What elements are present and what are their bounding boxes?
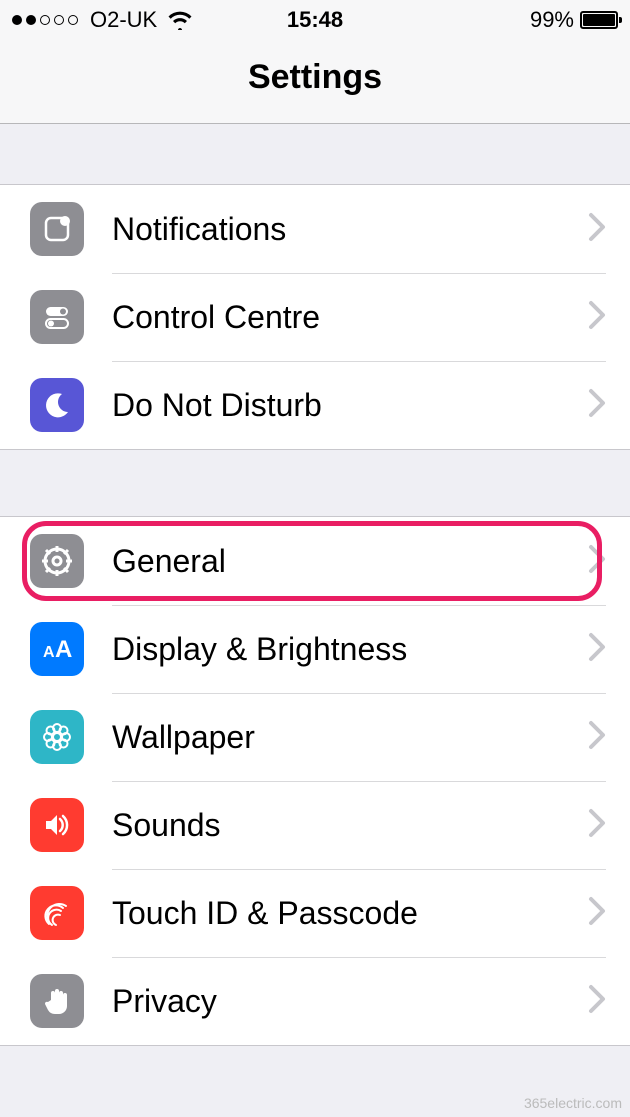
row-touch-id-passcode[interactable]: Touch ID & Passcode <box>0 869 630 957</box>
flower-icon <box>30 710 84 764</box>
row-do-not-disturb[interactable]: Do Not Disturb <box>0 361 630 449</box>
row-notifications[interactable]: Notifications <box>0 185 630 273</box>
svg-text:A: A <box>55 636 72 663</box>
row-control-centre[interactable]: Control Centre <box>0 273 630 361</box>
notifications-icon <box>30 202 84 256</box>
row-label: Wallpaper <box>112 719 588 756</box>
chevron-right-icon <box>588 896 606 931</box>
chevron-right-icon <box>588 300 606 335</box>
chevron-right-icon <box>588 984 606 1019</box>
section-spacer <box>0 124 630 184</box>
signal-dots-icon <box>12 15 78 25</box>
text-size-icon: AA <box>30 622 84 676</box>
chevron-right-icon <box>588 212 606 247</box>
section-spacer <box>0 450 630 516</box>
row-label: Notifications <box>112 211 588 248</box>
status-time: 15:48 <box>287 7 343 33</box>
status-right: 99% <box>530 7 618 33</box>
svg-text:A: A <box>43 644 55 661</box>
status-left: O2-UK <box>12 7 193 33</box>
row-label: Control Centre <box>112 299 588 336</box>
row-label: General <box>112 543 588 580</box>
row-general[interactable]: General <box>0 517 630 605</box>
chevron-right-icon <box>588 808 606 843</box>
hand-icon <box>30 974 84 1028</box>
fingerprint-icon <box>30 886 84 940</box>
wifi-icon <box>167 10 193 30</box>
moon-icon <box>30 378 84 432</box>
row-label: Privacy <box>112 983 588 1020</box>
chevron-right-icon <box>588 388 606 423</box>
row-label: Do Not Disturb <box>112 387 588 424</box>
row-label: Sounds <box>112 807 588 844</box>
row-label: Display & Brightness <box>112 631 588 668</box>
speaker-icon <box>30 798 84 852</box>
status-bar: O2-UK 15:48 99% <box>0 0 630 40</box>
chevron-right-icon <box>588 632 606 667</box>
gear-icon <box>30 534 84 588</box>
settings-group-1: Notifications Control Centre Do Not Dist… <box>0 184 630 450</box>
row-wallpaper[interactable]: Wallpaper <box>0 693 630 781</box>
battery-icon <box>580 11 618 29</box>
chevron-right-icon <box>588 720 606 755</box>
watermark: 365electric.com <box>524 1095 622 1111</box>
battery-percent: 99% <box>530 7 574 33</box>
control-centre-icon <box>30 290 84 344</box>
row-sounds[interactable]: Sounds <box>0 781 630 869</box>
chevron-right-icon <box>588 544 606 579</box>
settings-group-2: General AA Display & Brightness Wallpape… <box>0 516 630 1046</box>
page-title: Settings <box>0 40 630 124</box>
row-privacy[interactable]: Privacy <box>0 957 630 1045</box>
row-display-brightness[interactable]: AA Display & Brightness <box>0 605 630 693</box>
carrier-label: O2-UK <box>90 7 157 33</box>
row-label: Touch ID & Passcode <box>112 895 588 932</box>
